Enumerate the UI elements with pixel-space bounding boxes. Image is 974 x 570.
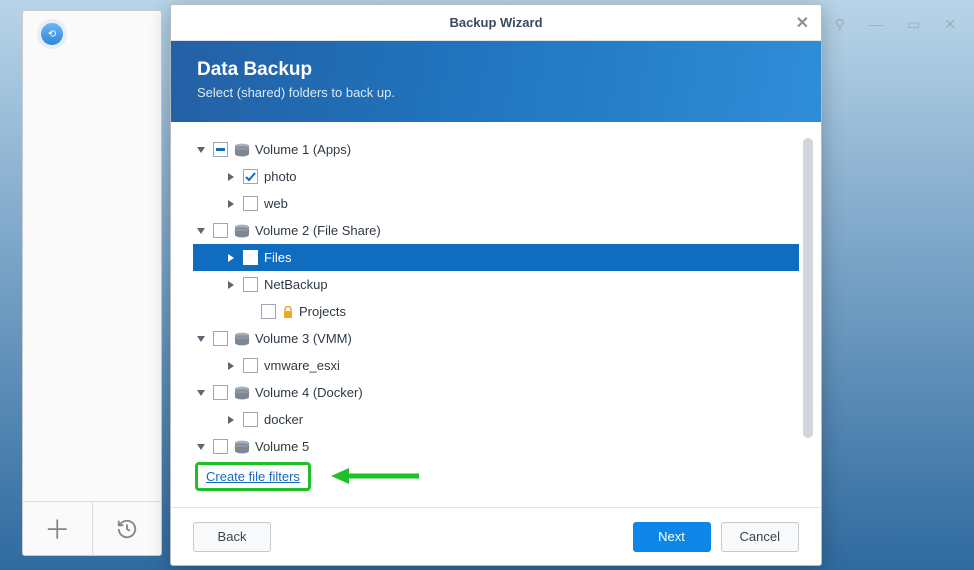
back-button[interactable]: Back xyxy=(193,522,271,552)
tree-item-label: Projects xyxy=(299,304,346,319)
annotation-arrow-icon xyxy=(331,465,421,490)
chevron-right-icon[interactable] xyxy=(225,279,237,291)
checkbox[interactable] xyxy=(213,439,228,454)
tree-item-label: NetBackup xyxy=(264,277,328,292)
tree-item-label: docker xyxy=(264,412,303,427)
create-file-filters-link[interactable]: Create file filters xyxy=(206,469,300,484)
history-button[interactable] xyxy=(93,502,162,555)
chevron-right-icon[interactable] xyxy=(225,171,237,183)
checkbox[interactable] xyxy=(213,331,228,346)
tree-row[interactable]: Volume 4 (Docker) xyxy=(193,379,799,406)
minimize-icon[interactable]: — xyxy=(869,16,883,33)
tree-row[interactable]: Files xyxy=(193,244,799,271)
tree-row[interactable]: Projects xyxy=(193,298,799,325)
disk-icon xyxy=(234,143,250,157)
tree-item-label: Volume 2 (File Share) xyxy=(255,223,381,238)
tree-row[interactable]: photo xyxy=(193,163,799,190)
app-sidebar: ⟲ ＋ xyxy=(22,10,162,556)
backup-wizard-dialog: Backup Wizard ✕ Data Backup Select (shar… xyxy=(170,4,822,566)
add-button[interactable]: ＋ xyxy=(23,502,93,555)
tree-row[interactable]: Volume 5 xyxy=(193,433,799,460)
pin-icon[interactable]: ⚲ xyxy=(835,16,845,33)
tree-item-label: photo xyxy=(264,169,297,184)
tree-item-label: Volume 4 (Docker) xyxy=(255,385,363,400)
disk-icon xyxy=(234,386,250,400)
close-icon[interactable]: ✕ xyxy=(944,16,956,33)
maximize-icon[interactable]: ▭ xyxy=(907,16,920,33)
chevron-right-icon[interactable] xyxy=(225,252,237,264)
lock-icon xyxy=(282,306,294,318)
checkbox[interactable] xyxy=(213,385,228,400)
cancel-button[interactable]: Cancel xyxy=(721,522,799,552)
page-subtitle: Select (shared) folders to back up. xyxy=(197,85,795,100)
tree-row[interactable]: Volume 3 (VMM) xyxy=(193,325,799,352)
page-title: Data Backup xyxy=(197,59,795,81)
tree-item-label: Volume 5 xyxy=(255,439,309,454)
checkbox[interactable] xyxy=(243,358,258,373)
tree-row[interactable]: vmware_esxi xyxy=(193,352,799,379)
disk-icon xyxy=(234,332,250,346)
chevron-right-icon[interactable] xyxy=(225,360,237,372)
wizard-footer: Back Next Cancel xyxy=(171,507,821,565)
chevron-down-icon[interactable] xyxy=(195,144,207,156)
caret-placeholder xyxy=(243,306,255,318)
chevron-right-icon[interactable] xyxy=(225,198,237,210)
tree-row[interactable]: docker xyxy=(193,406,799,433)
checkbox[interactable] xyxy=(243,196,258,211)
tree-row[interactable]: Volume 2 (File Share) xyxy=(193,217,799,244)
scrollbar[interactable] xyxy=(803,138,813,438)
window-title: Backup Wizard xyxy=(449,15,542,30)
checkbox[interactable] xyxy=(243,412,258,427)
folder-tree: Volume 1 (Apps) photo web Volume 2 (File Sh… xyxy=(171,122,821,507)
checkbox[interactable] xyxy=(243,250,258,265)
titlebar: Backup Wizard ✕ xyxy=(171,5,821,41)
checkbox[interactable] xyxy=(243,169,258,184)
checkbox[interactable] xyxy=(261,304,276,319)
tree-row[interactable]: web xyxy=(193,190,799,217)
tree-row[interactable]: NetBackup xyxy=(193,271,799,298)
disk-icon xyxy=(234,440,250,454)
checkbox[interactable] xyxy=(213,223,228,238)
annotation-highlight: Create file filters xyxy=(195,462,311,491)
next-button[interactable]: Next xyxy=(633,522,711,552)
tree-item-label: vmware_esxi xyxy=(264,358,340,373)
wizard-header: Data Backup Select (shared) folders to b… xyxy=(171,41,821,122)
chevron-down-icon[interactable] xyxy=(195,333,207,345)
checkbox[interactable] xyxy=(213,142,228,157)
tree-item-label: Volume 3 (VMM) xyxy=(255,331,352,346)
disk-icon xyxy=(234,224,250,238)
chevron-down-icon[interactable] xyxy=(195,225,207,237)
close-button[interactable]: ✕ xyxy=(796,13,809,33)
tree-row[interactable]: Volume 1 (Apps) xyxy=(193,136,799,163)
chevron-right-icon[interactable] xyxy=(225,414,237,426)
chevron-down-icon[interactable] xyxy=(195,441,207,453)
tree-item-label: web xyxy=(264,196,288,211)
tree-item-label: Files xyxy=(264,250,291,265)
tree-item-label: Volume 1 (Apps) xyxy=(255,142,351,157)
checkbox[interactable] xyxy=(243,277,258,292)
outer-window-controls: ⚲ — ▭ ✕ xyxy=(835,16,956,33)
app-icon: ⟲ xyxy=(37,19,67,49)
chevron-down-icon[interactable] xyxy=(195,387,207,399)
